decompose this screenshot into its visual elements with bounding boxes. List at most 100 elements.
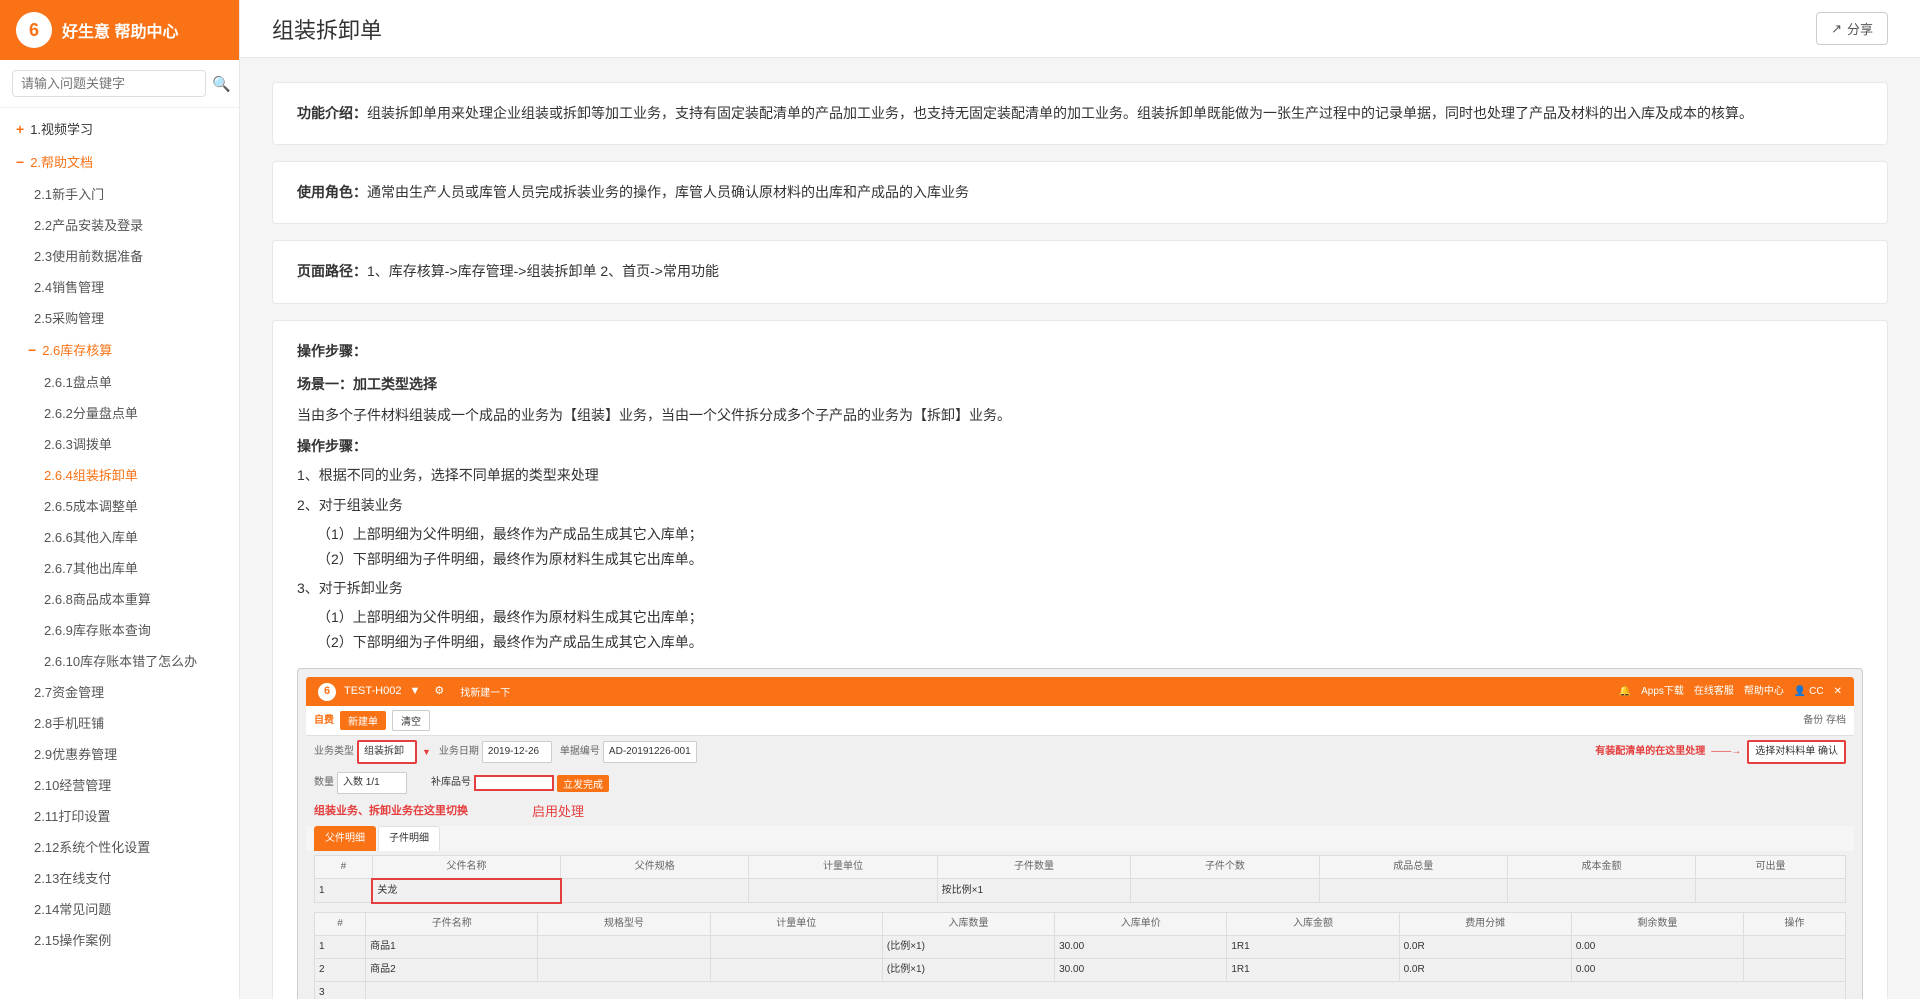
mock-lower-th-7: 费用分摊 [1399,912,1571,935]
sidebar-item-2-6-3[interactable]: 2.6.3调拨单 [0,428,239,459]
step2-2-text: （2）下部明细为子件明细，最终作为原材料生成其它出库单。 [297,547,1863,572]
mock-logo: 6 [318,683,336,701]
search-button[interactable]: 🔍 [212,75,231,93]
lower-td-1-9 [1744,958,1846,981]
sidebar-item-2-6-7[interactable]: 2.6.7其他出库单 [0,552,239,583]
mock-confirm-btn[interactable]: 立发完成 [557,775,609,792]
lower-td-0-0: 1 [315,935,366,958]
mock-toolbar-right: 备份 存档 [1803,712,1846,730]
mock-lower-th-1: 子件名称 [366,912,538,935]
mock-lower-th-6: 入库金额 [1227,912,1399,935]
mock-lower-th-0: # [315,912,366,935]
mock-upper-th-8: 可出量 [1696,855,1846,879]
mock-date-val: 2019-12-26 [482,741,552,763]
mock-subwh-input[interactable] [474,775,554,791]
mock-anno1-arrow: ——→ [1711,743,1741,761]
mock-upper-th-1: 父件名称 [372,855,560,879]
sidebar-item-2-13[interactable]: 2.13在线支付 [0,862,239,893]
sidebar-item-2-3[interactable]: 2.3使用前数据准备 [0,240,239,271]
role-body: 通常由生产人员或库管人员完成拆装业务的操作，库管人员确认原材料的出库和产成品的入… [367,184,969,200]
sidebar-item-2-6-2[interactable]: 2.6.2分量盘点单 [0,397,239,428]
mock-lower-th-2: 规格型号 [538,912,710,935]
mock-tab-father[interactable]: 父件明细 [314,826,376,851]
sidebar-item-2-6-8[interactable]: 2.6.8商品成本重算 [0,583,239,614]
mock-new-btn[interactable]: 新建单 [340,711,386,730]
sidebar-item-2-9[interactable]: 2.9优惠券管理 [0,738,239,769]
mock-qty-val: 入数 1/1 [337,772,407,794]
role-label: 使用角色： [297,184,367,200]
mock-topbar-left: 6 TEST-H002 ▼ ⚙ 找新建一下 [318,682,518,702]
lower-td-0-5: 30.00 [1055,935,1227,958]
path-label: 页面路径： [297,263,367,279]
sidebar-item-2-6-6[interactable]: 2.6.6其他入库单 [0,521,239,552]
mock-settings-icon: ⚙ [434,682,444,702]
mock-upper-th-5: 子件个数 [1131,855,1319,879]
sidebar-item-2[interactable]: − 2.帮助文档 [0,145,239,178]
mock-upper-th-2: 父件规格 [561,855,749,879]
sidebar-item-2-10[interactable]: 2.10经营管理 [0,769,239,800]
path-body: 1、库存核算->库存管理->组装拆卸单 2、首页->常用功能 [367,263,719,279]
mock-type-arrow: ▼ [422,744,431,760]
sidebar-search-area: 🔍 [0,60,239,108]
mock-find-btn[interactable]: 找新建一下 [452,682,518,701]
sidebar-item-2-6-10[interactable]: 2.6.10库存账本错了怎么办 [0,645,239,676]
lower-td-0-8: 0.00 [1571,935,1743,958]
table-row: 1 关龙 按比例×1 [315,879,1846,903]
nav-2-children: 2.1新手入门 2.2产品安装及登录 2.3使用前数据准备 2.4销售管理 2.… [0,178,239,955]
mock-lower-th-9: 操作 [1744,912,1846,935]
mock-upper-th-3: 计量单位 [749,855,937,879]
sidebar-item-2-15[interactable]: 2.15操作案例 [0,924,239,955]
mock-field-qty: 数量 入数 1/1 [314,772,407,794]
lower-td-1-7: 0.0R [1399,958,1571,981]
mock-upper-td-0-3 [749,879,937,903]
scenario1-desc: 当由多个子件材料组装成一个成品的业务为【组装】业务，当由一个父件拆分成多个子产品… [297,403,1863,428]
content-area: 功能介绍：组装拆卸单用来处理企业组装或拆卸等加工业务，支持有固定装配清单的产品加… [240,58,1920,999]
logo-text: 好生意 帮助中心 [62,18,178,42]
mock-appid: TEST-H002 [344,682,401,702]
logo-icon: 6 [16,12,52,48]
sidebar: 6 好生意 帮助中心 🔍 + 1.视频学习 − 2.帮助文档 2.1新手入门 2… [0,0,240,999]
share-button[interactable]: ↗ 分享 [1816,12,1888,45]
sidebar-item-2-6-9[interactable]: 2.6.9库存账本查询 [0,614,239,645]
mock-clear-btn[interactable]: 清空 [392,710,430,731]
lower-td-0-9 [1744,935,1846,958]
mock-topbar-right: 🔔 Apps下载 在线客服 帮助中心 👤 CC ✕ [1619,683,1842,701]
step3-2-text: （2）下部明细为子件明细，最终作为产成品生成其它入库单。 [297,630,1863,655]
sidebar-item-2-7[interactable]: 2.7资金管理 [0,676,239,707]
sidebar-item-2-6-label: 2.6库存核算 [42,340,112,359]
mock-upper-table-head: # 父件名称 父件规格 计量单位 子件数量 子件个数 成品总量 成本金额 可出量 [315,855,1846,879]
sidebar-item-2-12[interactable]: 2.12系统个性化设置 [0,831,239,862]
sidebar-item-2-6-5[interactable]: 2.6.5成本调整单 [0,490,239,521]
sidebar-nav: + 1.视频学习 − 2.帮助文档 2.1新手入门 2.2产品安装及登录 2.3… [0,108,239,959]
mock-field-biztype: 业务类型 组装拆卸 ▼ [314,740,431,764]
search-input[interactable] [12,70,206,97]
mock-topbar: 6 TEST-H002 ▼ ⚙ 找新建一下 🔔 Apps下载 在线客服 帮助中心… [306,677,1854,707]
mock-anno3-text: 组装业务、拆卸业务在这里切换 [314,802,468,822]
sidebar-item-2-5[interactable]: 2.5采购管理 [0,302,239,333]
sidebar-item-2-4[interactable]: 2.4销售管理 [0,271,239,302]
sidebar-item-2-6-1[interactable]: 2.6.1盘点单 [0,366,239,397]
table-row: 1 商品1 (比例×1) 30.00 1R1 0.0R 0.00 [315,935,1846,958]
mock-docno-label: 单据编号 [560,743,600,761]
sidebar-item-2-2[interactable]: 2.2产品安装及登录 [0,209,239,240]
mock-lower-table: # 子件名称 规格型号 计量单位 入库数量 入库单价 入库金额 费用分摊 剩余数… [314,912,1846,999]
sidebar-item-2-11[interactable]: 2.11打印设置 [0,800,239,831]
sidebar-item-2-6-4[interactable]: 2.6.4组装拆卸单 [0,459,239,490]
sidebar-item-1[interactable]: + 1.视频学习 [0,112,239,145]
lower-td-0-4: (比例×1) [882,935,1054,958]
mock-anno2-btn: 选择对料料单 确认 [1747,740,1846,764]
sidebar-item-2-8[interactable]: 2.8手机旺铺 [0,707,239,738]
sidebar-item-2-14[interactable]: 2.14常见问题 [0,893,239,924]
sidebar-item-2-6[interactable]: − 2.6库存核算 [0,333,239,366]
role-text: 使用角色：通常由生产人员或库管人员完成拆装业务的操作，库管人员确认原材料的出库和… [297,180,1863,205]
mock-help-label: 帮助中心 [1744,683,1784,701]
mock-form-row1: 业务类型 组装拆卸 ▼ 业务日期 2019-12-26 单据编号 AD-2019… [306,736,1854,768]
mock-upper-head-row: # 父件名称 父件规格 计量单位 子件数量 子件个数 成品总量 成本金额 可出量 [315,855,1846,879]
mock-tab-child[interactable]: 子件明细 [378,826,440,851]
mock-apps-label: Apps下载 [1641,683,1684,701]
sidebar-item-2-1[interactable]: 2.1新手入门 [0,178,239,209]
lower-td-1-0: 2 [315,958,366,981]
td-2-0: 3 [315,981,366,999]
step3-1-text: （1）上部明细为父件明细，最终作为原材料生成其它出库单； [297,605,1863,630]
share-icon: ↗ [1831,21,1842,37]
